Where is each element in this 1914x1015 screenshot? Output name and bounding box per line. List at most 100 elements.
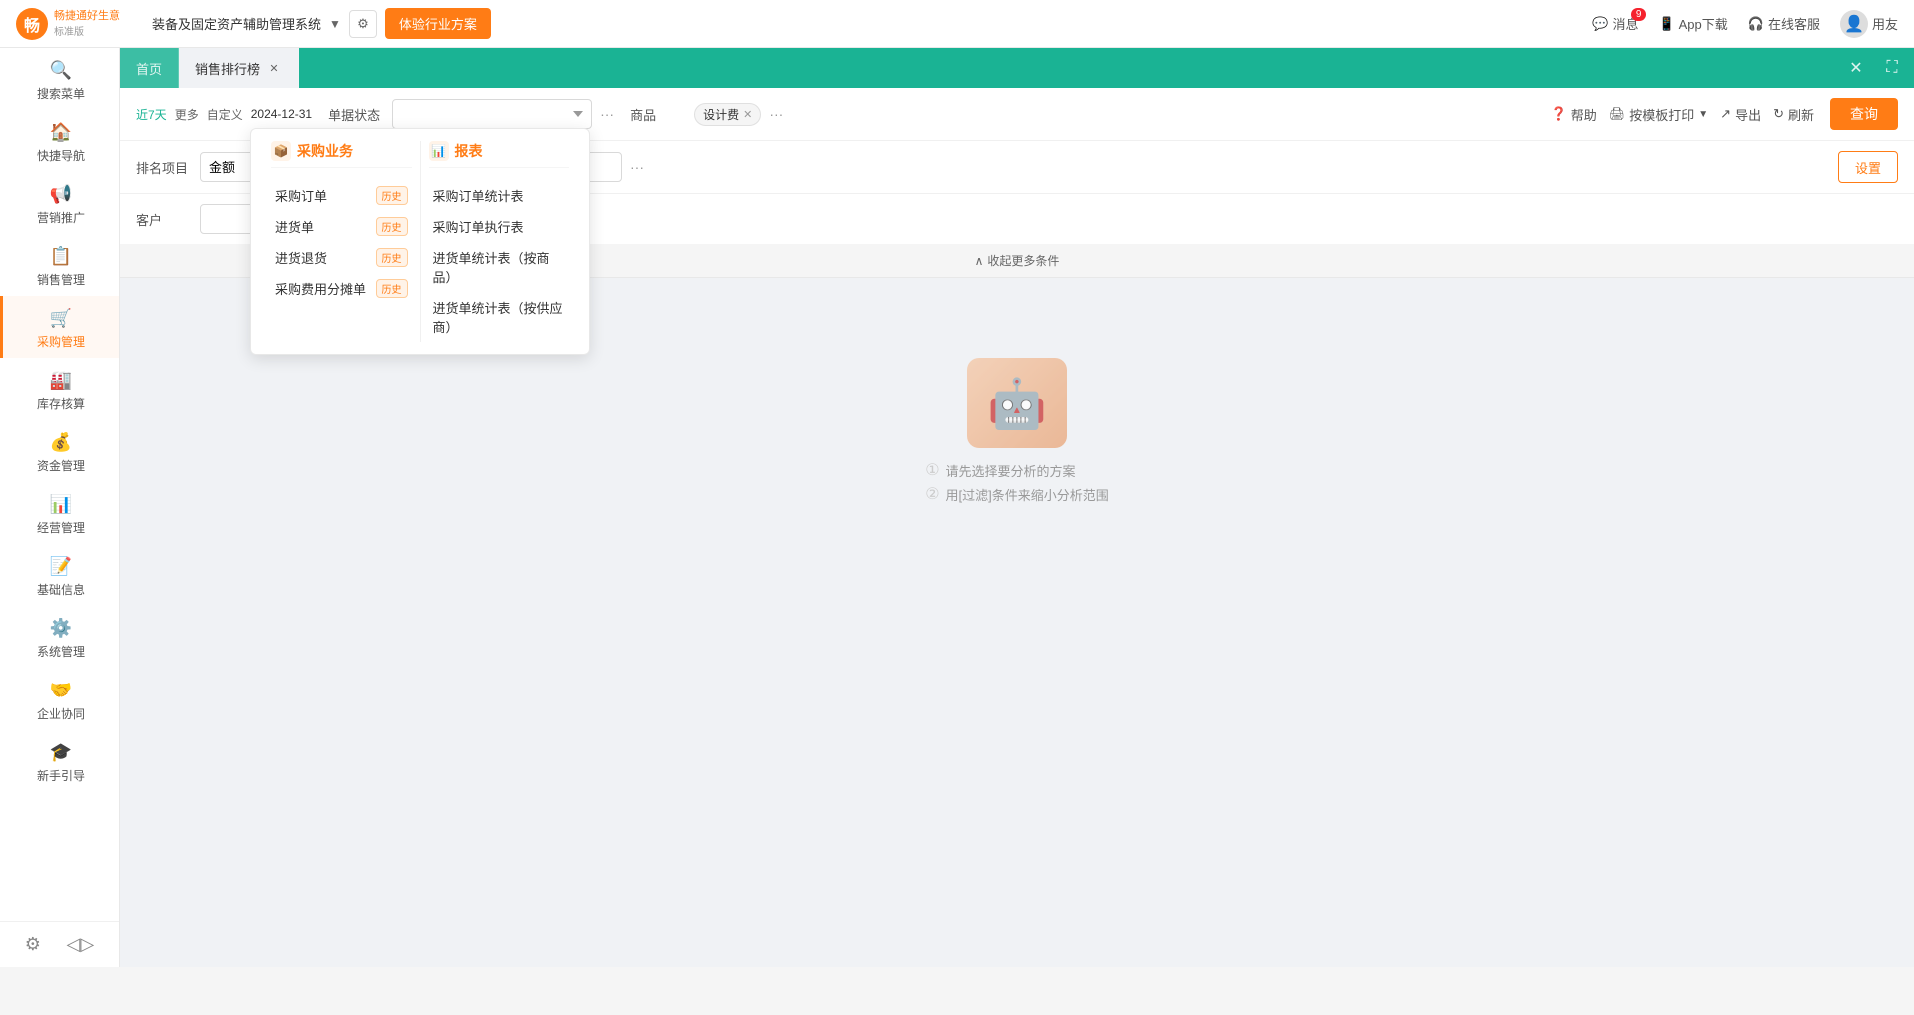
- online-service-button[interactable]: 🎧 在线客服: [1748, 14, 1820, 33]
- service-label: 在线客服: [1768, 14, 1820, 33]
- user-menu-button[interactable]: 👤 用友: [1840, 10, 1898, 38]
- refresh-label: 刷新: [1788, 105, 1814, 124]
- dropdown-item-goods-stat-by-supplier[interactable]: 进货单统计表（按供应商）: [429, 292, 570, 342]
- headset-icon: 🎧: [1748, 16, 1764, 32]
- sidebar-item-basic-info[interactable]: 📝 基础信息: [0, 544, 119, 606]
- goods-filter: 商品 设计费 ✕ ···: [630, 103, 783, 126]
- sidebar-item-label: 基础信息: [37, 581, 85, 598]
- avatar: 👤: [1840, 10, 1868, 38]
- date-preset-button[interactable]: 近7天: [136, 106, 167, 123]
- tab-sales-ranking[interactable]: 销售排行榜 ✕: [179, 48, 299, 88]
- sidebar: 🔍 搜索菜单 🏠 快捷导航 📢 营销推广 📋 销售管理 🛒 采购管理 🏭 库存核…: [0, 48, 120, 967]
- purchase-expense-history-badge: 历史: [376, 279, 408, 298]
- logo-sub: 标准版: [54, 23, 120, 38]
- customer-label: 客户: [136, 210, 192, 229]
- main-content: 首页 销售排行榜 ✕ ✕ ⛶ 近7天 更多 自定义 2024-12-31: [120, 48, 1914, 967]
- sidebar-item-search[interactable]: 🔍 搜索菜单: [0, 48, 119, 110]
- sidebar-item-label: 营销推广: [37, 209, 85, 226]
- report-header-icon: 📊: [429, 141, 449, 161]
- search-icon: 🔍: [50, 60, 72, 81]
- tab-close-button[interactable]: ✕: [266, 60, 282, 76]
- header-middle: 装备及固定资产辅助管理系统 ▼ ⚙ 体验行业方案: [136, 8, 1592, 39]
- dropdown-item-purchase-order[interactable]: 采购订单 历史: [271, 180, 412, 211]
- dropdown-item-goods-receipt[interactable]: 进货单 历史: [271, 211, 412, 242]
- query-button[interactable]: 查询: [1830, 98, 1898, 130]
- goods-tag-text: 设计费: [703, 106, 739, 123]
- sidebar-item-label: 资金管理: [37, 457, 85, 474]
- dropdown-item-goods-return[interactable]: 进货退货 历史: [271, 242, 412, 273]
- sidebar-item-label: 采购管理: [37, 333, 85, 350]
- gear-button[interactable]: ⚙: [349, 10, 377, 38]
- app-label: App下载: [1679, 14, 1728, 33]
- settings-bottom-button[interactable]: ⚙: [25, 934, 41, 955]
- help-button[interactable]: ❓ 帮助: [1551, 105, 1597, 124]
- salesman-more[interactable]: ···: [630, 159, 644, 175]
- tab-home-label: 首页: [136, 59, 162, 78]
- tab-close-all-button[interactable]: ✕: [1842, 54, 1870, 82]
- goods-stat-supplier-label: 进货单统计表（按供应商）: [433, 298, 566, 336]
- industry-button[interactable]: 体验行业方案: [385, 8, 491, 39]
- settings-button[interactable]: 设置: [1838, 151, 1898, 183]
- goods-more[interactable]: ···: [769, 106, 783, 122]
- empty-hints: ① 请先选择要分析的方案 ② 用[过滤]条件来缩小分析范围: [925, 460, 1109, 508]
- toolbar-right: ❓ 帮助 🖨 按模板打印 ▼ ↗ 导出 ↻ 刷新: [1551, 105, 1814, 124]
- goods-tag-remove[interactable]: ✕: [743, 108, 752, 121]
- date-more-button[interactable]: 更多: [175, 106, 199, 123]
- goods-receipt-label: 进货单: [275, 217, 314, 236]
- hint-text-1: 请先选择要分析的方案: [946, 461, 1076, 480]
- basic-info-icon: 📝: [50, 556, 72, 577]
- sidebar-item-label: 销售管理: [37, 271, 85, 288]
- tab-home[interactable]: 首页: [120, 48, 179, 88]
- collapse-sidebar-button[interactable]: ◁▷: [67, 934, 95, 955]
- goods-tag[interactable]: 设计费 ✕: [694, 103, 761, 126]
- sidebar-item-sales[interactable]: 📋 销售管理: [0, 234, 119, 296]
- sidebar-item-inventory[interactable]: 🏭 库存核算: [0, 358, 119, 420]
- empty-robot-icon: 🤖: [967, 358, 1067, 448]
- help-icon: ❓: [1551, 106, 1567, 122]
- export-button[interactable]: ↗ 导出: [1720, 105, 1761, 124]
- operations-icon: 📊: [50, 494, 72, 515]
- print-button[interactable]: 🖨 按模板打印 ▼: [1609, 105, 1708, 124]
- header-right: 💬 消息 9 📱 App下载 🎧 在线客服 👤 用友: [1592, 10, 1898, 38]
- dropdown-item-purchase-expense[interactable]: 采购费用分摊单 历史: [271, 273, 412, 304]
- hint-bullet-1: ①: [925, 460, 939, 480]
- goods-label: 商品: [630, 105, 686, 124]
- settings-btn-area: 设置: [1838, 151, 1898, 183]
- sidebar-item-operations[interactable]: 📊 经营管理: [0, 482, 119, 544]
- sidebar-bottom: ⚙ ◁▷: [0, 921, 119, 967]
- sidebar-item-purchase[interactable]: 🛒 采购管理: [0, 296, 119, 358]
- sidebar-item-label: 库存核算: [37, 395, 85, 412]
- dropdown-item-purchase-order-exec[interactable]: 采购订单执行表: [429, 211, 570, 242]
- order-status-more[interactable]: ···: [600, 106, 614, 122]
- sidebar-item-system[interactable]: ⚙️ 系统管理: [0, 606, 119, 668]
- system-dropdown-button[interactable]: ▼: [329, 17, 341, 31]
- order-status-select-area: [392, 99, 592, 129]
- purchase-title: 采购业务: [297, 141, 353, 161]
- refresh-button[interactable]: ↻ 刷新: [1773, 105, 1814, 124]
- sidebar-item-finance[interactable]: 💰 资金管理: [0, 420, 119, 482]
- export-label: 导出: [1735, 105, 1761, 124]
- dropdown-item-goods-stat-by-product[interactable]: 进货单统计表（按商品）: [429, 242, 570, 292]
- hint-bullet-2: ②: [925, 484, 939, 504]
- sidebar-item-navigation[interactable]: 🏠 快捷导航: [0, 110, 119, 172]
- refresh-icon: ↻: [1773, 106, 1784, 122]
- sidebar-item-marketing[interactable]: 📢 营销推广: [0, 172, 119, 234]
- dropdown-item-purchase-order-stat[interactable]: 采购订单统计表: [429, 180, 570, 211]
- print-dropdown-icon: ▼: [1698, 109, 1708, 120]
- empty-hint-2: ② 用[过滤]条件来缩小分析范围: [925, 484, 1109, 504]
- order-status-select[interactable]: [392, 99, 592, 129]
- report-col: 📊 报表 采购订单统计表 采购订单执行表 进货单统计表（按商品） 进货单统计表（…: [420, 141, 578, 342]
- purchase-order-history-badge: 历史: [376, 186, 408, 205]
- app-download-button[interactable]: 📱 App下载: [1658, 14, 1727, 33]
- message-button[interactable]: 💬 消息 9: [1592, 14, 1638, 33]
- sidebar-item-guide[interactable]: 🎓 新手引导: [0, 730, 119, 792]
- sidebar-item-cooperation[interactable]: 🤝 企业协同: [0, 668, 119, 730]
- logo-text-area: 畅捷通好生意 标准版: [54, 9, 120, 38]
- date-end-display: 2024-12-31: [251, 107, 312, 121]
- sidebar-item-label: 快捷导航: [37, 147, 85, 164]
- collapse-icon: ∧: [975, 254, 984, 268]
- tab-expand-button[interactable]: ⛶: [1878, 54, 1906, 82]
- date-custom-button[interactable]: 自定义: [207, 106, 243, 123]
- phone-icon: 📱: [1658, 16, 1674, 32]
- purchase-icon: 🛒: [50, 308, 72, 329]
